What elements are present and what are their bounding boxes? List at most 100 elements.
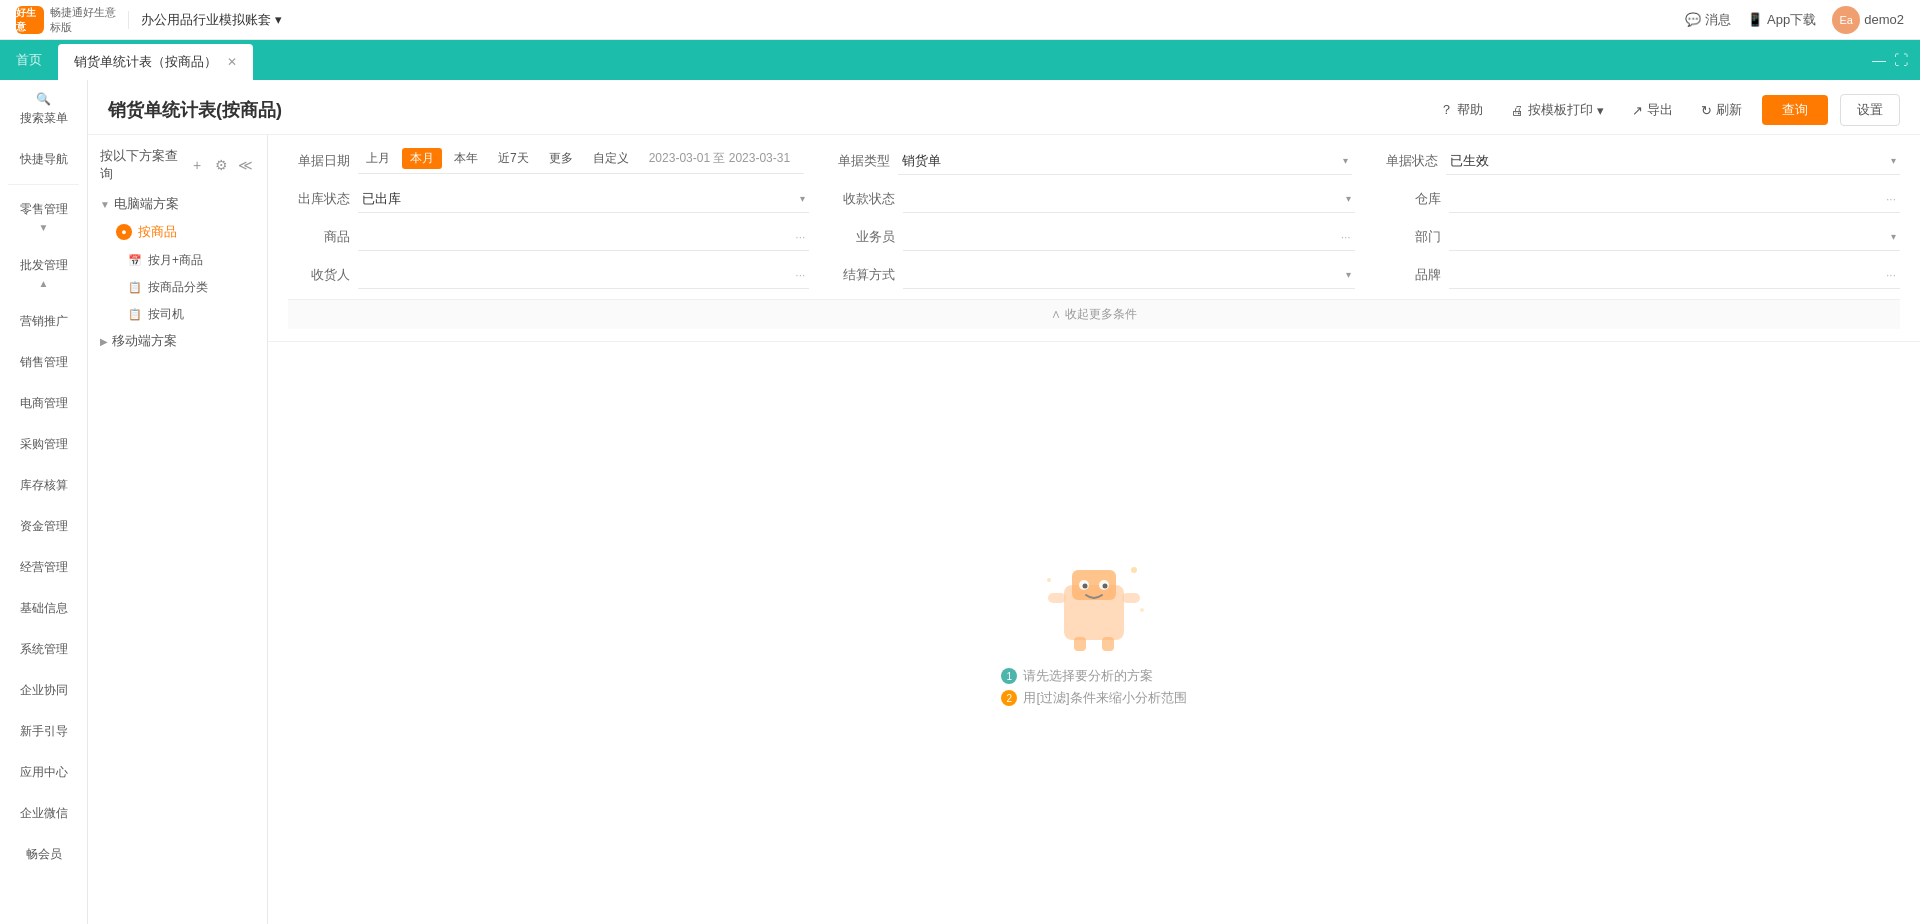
brand-field[interactable]: ··· bbox=[1449, 261, 1900, 289]
salesman-dots-icon: ··· bbox=[1341, 230, 1351, 244]
page-title: 销货单统计表(按商品) bbox=[108, 98, 282, 122]
docstatus-value: 已生效 bbox=[1450, 152, 1891, 170]
empty-illustration bbox=[1034, 555, 1154, 655]
page-header-actions: ？ 帮助 🖨 按模板打印 ▾ ↗ 导出 ↻ 刷新 查询 设置 bbox=[1432, 94, 1900, 126]
group-collapse-icon: ▶ bbox=[100, 336, 108, 347]
svg-point-10 bbox=[1131, 567, 1137, 573]
date-btn-more[interactable]: 更多 bbox=[541, 148, 581, 169]
maximize-icon[interactable]: ⛶ bbox=[1894, 52, 1908, 68]
sidebar-item-guide[interactable]: 新手引导 bbox=[0, 711, 87, 752]
sidebar-item-collab[interactable]: 企业协同 bbox=[0, 670, 87, 711]
add-scheme-button[interactable]: + bbox=[187, 155, 207, 175]
logo-area: 好生意 畅捷通好生意 标版 bbox=[16, 5, 116, 34]
refresh-button[interactable]: ↻ 刷新 bbox=[1693, 97, 1750, 123]
query-button[interactable]: 查询 bbox=[1762, 95, 1828, 125]
scheme-subitem-category[interactable]: 📋 按商品分类 bbox=[88, 274, 267, 301]
scheme-item-by-product[interactable]: ● 按商品 bbox=[88, 217, 267, 247]
settlement-label: 结算方式 bbox=[833, 266, 903, 284]
receiver-field[interactable]: ··· bbox=[358, 261, 809, 289]
settlement-arrow-icon: ▾ bbox=[1346, 269, 1351, 280]
scheme-group-mobile: ▶ 移动端方案 bbox=[88, 328, 267, 354]
sidebar-item-search[interactable]: 🔍 搜索菜单 bbox=[0, 80, 87, 139]
collapse-scheme-button[interactable]: ≪ bbox=[235, 155, 255, 175]
docstatus-arrow-icon: ▾ bbox=[1891, 155, 1896, 166]
empty-step-2: 2 用[过滤]条件来缩小分析范围 bbox=[1001, 689, 1186, 707]
product-field[interactable]: ··· bbox=[358, 223, 809, 251]
tab-actions: — ⛶ bbox=[1872, 52, 1920, 68]
collapse-bar[interactable]: ∧ 收起更多条件 bbox=[288, 299, 1900, 329]
date-btn-this-year[interactable]: 本年 bbox=[446, 148, 486, 169]
top-bar: 好生意 畅捷通好生意 标版 办公用品行业模拟账套 ▾ 💬 消息 📱 App下载 … bbox=[0, 0, 1920, 40]
receiptstatus-field[interactable]: ▾ bbox=[903, 185, 1354, 213]
sidebar-item-ecommerce[interactable]: 电商管理 bbox=[0, 383, 87, 424]
export-button[interactable]: ↗ 导出 bbox=[1624, 97, 1681, 123]
print-button[interactable]: 🖨 按模板打印 ▾ bbox=[1503, 97, 1612, 123]
app-selector[interactable]: 办公用品行业模拟账套 ▾ bbox=[128, 11, 282, 29]
sidebar-item-marketing[interactable]: 营销推广 bbox=[0, 301, 87, 342]
tab-bar: 首页 销货单统计表（按商品） ✕ — ⛶ bbox=[0, 40, 1920, 80]
print-arrow-icon: ▾ bbox=[1597, 103, 1604, 118]
minimize-icon[interactable]: — bbox=[1872, 52, 1886, 68]
sidebar-item-apps[interactable]: 应用中心 bbox=[0, 752, 87, 793]
sidebar-item-purchase[interactable]: 采购管理 bbox=[0, 424, 87, 465]
sidebar-item-system[interactable]: 系统管理 bbox=[0, 629, 87, 670]
tab-active[interactable]: 销货单统计表（按商品） ✕ bbox=[58, 44, 253, 80]
outstatus-field[interactable]: 已出库 ▾ bbox=[358, 185, 809, 213]
empty-step-1: 1 请先选择要分析的方案 bbox=[1001, 667, 1186, 685]
date-btn-last-month[interactable]: 上月 bbox=[358, 148, 398, 169]
top-bar-left: 好生意 畅捷通好生意 标版 办公用品行业模拟账套 ▾ bbox=[16, 5, 282, 34]
date-btn-this-month[interactable]: 本月 bbox=[402, 148, 442, 169]
empty-svg bbox=[1034, 555, 1154, 655]
sidebar-item-wechat[interactable]: 企业微信 bbox=[0, 793, 87, 834]
svg-rect-1 bbox=[1072, 570, 1116, 600]
sidebar-item-sales[interactable]: 销售管理 bbox=[0, 342, 87, 383]
help-button[interactable]: ？ 帮助 bbox=[1432, 97, 1491, 123]
scheme-subitem-driver[interactable]: 📋 按司机 bbox=[88, 301, 267, 328]
scheme-group-mobile-header[interactable]: ▶ 移动端方案 bbox=[88, 328, 267, 354]
svg-point-5 bbox=[1103, 584, 1108, 589]
app-download-action[interactable]: 📱 App下载 bbox=[1747, 11, 1816, 29]
edit-scheme-button[interactable]: ⚙ bbox=[211, 155, 231, 175]
settlement-field[interactable]: ▾ bbox=[903, 261, 1354, 289]
filter-row-2: 出库状态 已出库 ▾ 收款状态 ▾ 仓库 bbox=[288, 185, 1900, 213]
dept-label: 部门 bbox=[1379, 228, 1449, 246]
dept-field[interactable]: ▾ bbox=[1449, 223, 1900, 251]
print-icon: 🖨 bbox=[1511, 103, 1524, 118]
date-btn-last-7days[interactable]: 近7天 bbox=[490, 148, 537, 169]
export-icon: ↗ bbox=[1632, 103, 1643, 118]
docstatus-field[interactable]: 已生效 ▾ bbox=[1446, 147, 1900, 175]
top-bar-right: 💬 消息 📱 App下载 Ea demo2 bbox=[1685, 6, 1904, 34]
sidebar-item-retail[interactable]: 零售管理 ▼ bbox=[0, 189, 87, 245]
svg-rect-8 bbox=[1048, 593, 1066, 603]
filter-row-1: 单据日期 上月 本月 本年 近7天 更多 自定义 2023-03-01 至 20… bbox=[288, 147, 1900, 175]
sidebar-item-wholesale[interactable]: 批发管理 ▲ bbox=[0, 245, 87, 301]
dept-arrow-icon: ▾ bbox=[1891, 231, 1896, 242]
salesman-field[interactable]: ··· bbox=[903, 223, 1354, 251]
scheme-subitem-month-product[interactable]: 📅 按月+商品 bbox=[88, 247, 267, 274]
message-action[interactable]: 💬 消息 bbox=[1685, 11, 1731, 29]
sidebar-item-member[interactable]: 畅会员 bbox=[0, 834, 87, 875]
scheme-group-pc-header[interactable]: ▼ 电脑端方案 bbox=[88, 191, 267, 217]
user-area[interactable]: Ea demo2 bbox=[1832, 6, 1904, 34]
date-btn-custom[interactable]: 自定义 bbox=[585, 148, 637, 169]
refresh-icon: ↻ bbox=[1701, 103, 1712, 118]
inner-layout: 按以下方案查询 + ⚙ ≪ ▼ 电脑端方案 ● 按商品 bbox=[88, 135, 1920, 924]
svg-point-4 bbox=[1083, 584, 1088, 589]
tab-close-icon[interactable]: ✕ bbox=[227, 55, 237, 69]
empty-state: 1 请先选择要分析的方案 2 用[过滤]条件来缩小分析范围 bbox=[268, 342, 1920, 924]
subitem-icon-1: 📅 bbox=[128, 254, 142, 267]
sidebar-item-inventory[interactable]: 库存核算 bbox=[0, 465, 87, 506]
filter-panel: 单据日期 上月 本月 本年 近7天 更多 自定义 2023-03-01 至 20… bbox=[268, 135, 1920, 342]
sidebar-item-quicknav[interactable]: 快捷导航 bbox=[0, 139, 87, 180]
warehouse-field[interactable]: ··· bbox=[1449, 185, 1900, 213]
subitem-icon-3: 📋 bbox=[128, 308, 142, 321]
subitem-icon-2: 📋 bbox=[128, 281, 142, 294]
product-dots-icon: ··· bbox=[795, 230, 805, 244]
logo-icon: 好生意 bbox=[16, 6, 44, 34]
sidebar-item-operations[interactable]: 经营管理 bbox=[0, 547, 87, 588]
doctype-field[interactable]: 销货单 ▾ bbox=[898, 147, 1352, 175]
settings-button[interactable]: 设置 bbox=[1840, 94, 1900, 126]
sidebar-item-finance[interactable]: 资金管理 bbox=[0, 506, 87, 547]
sidebar-item-basic[interactable]: 基础信息 bbox=[0, 588, 87, 629]
tab-home[interactable]: 首页 bbox=[0, 40, 58, 80]
